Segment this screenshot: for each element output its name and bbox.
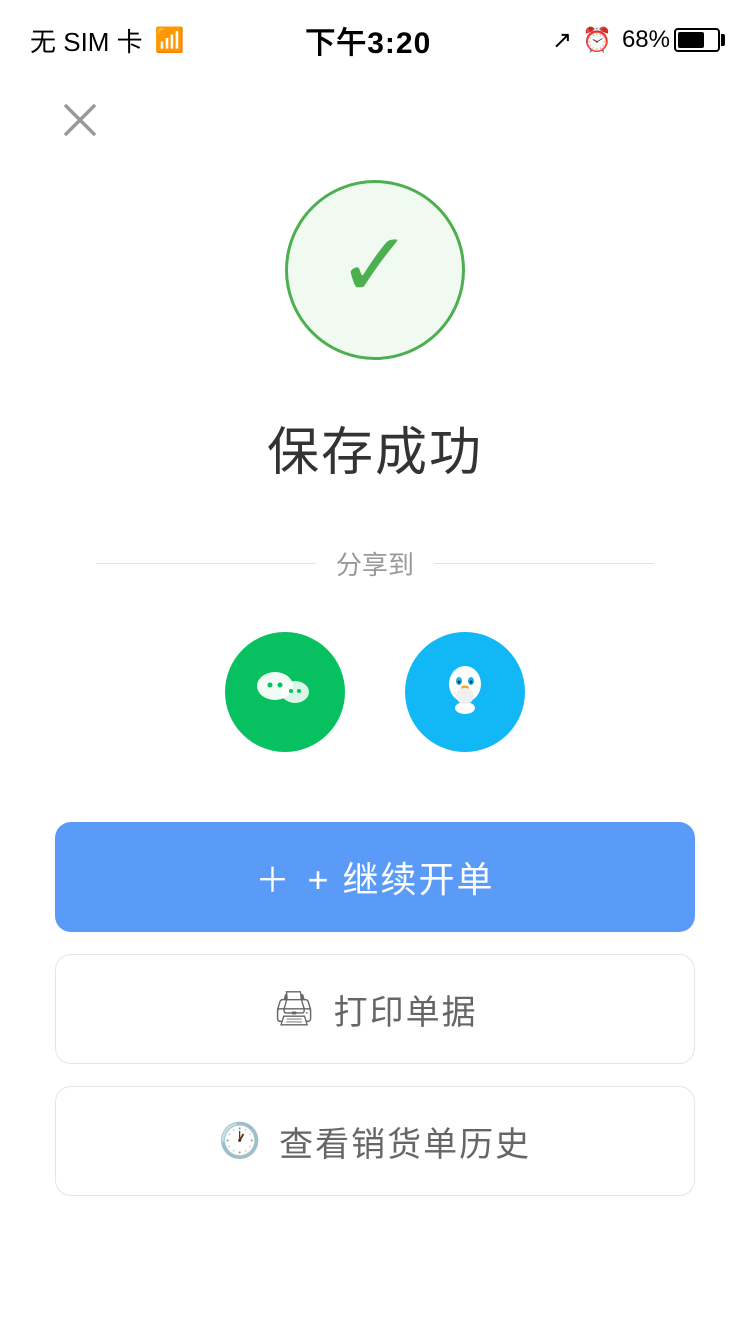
location-icon: ↗: [552, 26, 572, 55]
plus-icon: ＋: [255, 853, 291, 902]
battery-fill: [678, 32, 704, 48]
qq-icon: [429, 656, 501, 728]
success-circle: ✓: [285, 180, 465, 360]
continue-order-label: + 继续开单: [307, 851, 494, 903]
share-label: 分享到: [336, 545, 414, 582]
divider-right: [434, 563, 654, 564]
action-buttons: ＋ + 继续开单 🖨 打印单据 🕐 查看销货单历史: [55, 822, 695, 1196]
sim-label: 无 SIM 卡: [30, 22, 143, 59]
share-divider: 分享到: [0, 545, 750, 582]
status-left: 无 SIM 卡 📶: [30, 22, 185, 59]
main-content: ✓ 保存成功 分享到: [0, 80, 750, 1196]
divider-left: [96, 563, 316, 564]
checkmark-icon: ✓: [337, 221, 412, 311]
wechat-icon: [249, 656, 321, 728]
alarm-icon: ⏰: [582, 26, 612, 55]
share-section: 分享到: [0, 545, 750, 752]
printer-icon: 🖨: [272, 989, 317, 1029]
close-icon: [62, 102, 98, 138]
battery-indicator: 68%: [622, 26, 720, 54]
success-title: 保存成功: [267, 410, 483, 485]
print-label: 打印单据: [334, 985, 478, 1034]
status-bar: 无 SIM 卡 📶 下午3:20 ↗ ⏰ 68%: [0, 0, 750, 80]
print-button[interactable]: 🖨 打印单据: [55, 954, 695, 1064]
wifi-icon: 📶: [155, 26, 185, 55]
history-label: 查看销货单历史: [279, 1117, 531, 1166]
history-icon: 🕐: [219, 1121, 263, 1161]
battery-icon: [674, 28, 720, 52]
battery-percent: 68%: [622, 26, 670, 54]
status-time: 下午3:20: [305, 18, 431, 62]
wechat-share-button[interactable]: [225, 632, 345, 752]
share-icons: [225, 632, 525, 752]
continue-order-button[interactable]: ＋ + 继续开单: [55, 822, 695, 932]
qq-share-button[interactable]: [405, 632, 525, 752]
history-button[interactable]: 🕐 查看销货单历史: [55, 1086, 695, 1196]
status-right: ↗ ⏰ 68%: [552, 26, 720, 55]
close-button[interactable]: [50, 90, 110, 150]
